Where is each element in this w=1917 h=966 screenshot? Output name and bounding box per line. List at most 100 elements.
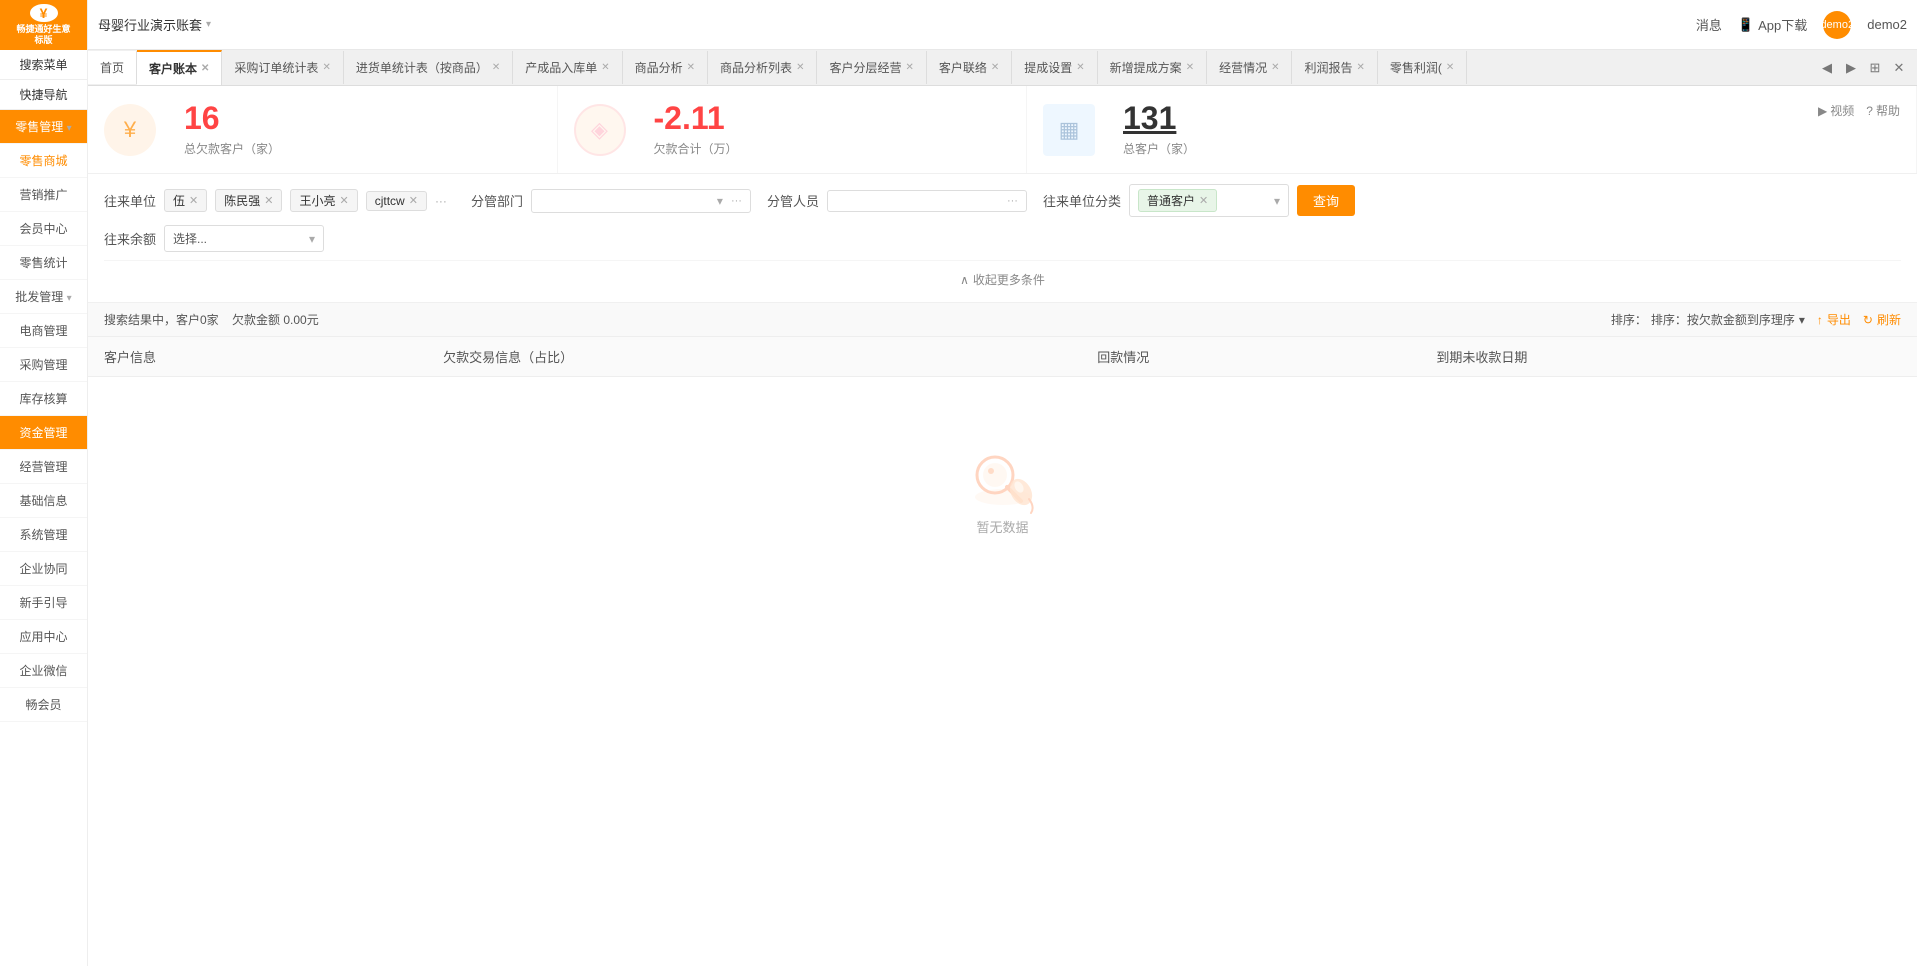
tab-promotion-settings[interactable]: 提成设置 ✕ <box>1012 51 1097 84</box>
empty-state: 暂无数据 <box>88 377 1917 596</box>
tab-close-retail-profit[interactable]: ✕ <box>1446 62 1454 73</box>
sidebar-item-basic-info[interactable]: 基础信息 <box>0 484 87 518</box>
tab-incoming-stats[interactable]: 进货单统计表（按商品） ✕ <box>344 51 513 84</box>
results-bar: 搜索结果中，客户0家 欠款金额 0.00元 排序： 排序：按欠款金额到序理序 ▾… <box>88 303 1917 337</box>
help-icon: ? <box>1866 104 1873 118</box>
messages-btn[interactable]: 消息 <box>1696 15 1722 34</box>
refresh-icon: ↻ <box>1863 313 1873 327</box>
empty-state-label: 暂无数据 <box>976 517 1028 536</box>
category-select[interactable]: 普通客户 ✕ ▾ <box>1129 184 1289 217</box>
tab-product-analysis[interactable]: 商品分析 ✕ <box>623 51 708 84</box>
tab-close-product-analysis[interactable]: ✕ <box>687 62 695 73</box>
staff-select[interactable]: ··· <box>827 190 1027 212</box>
balance-select-arrow: ▾ <box>309 232 315 246</box>
sidebar-item-member-plus[interactable]: 畅会员 <box>0 688 87 722</box>
tab-close-product-analysis-list[interactable]: ✕ <box>796 62 804 73</box>
sidebar-item-marketing[interactable]: 营销推广 <box>0 178 87 212</box>
stat-info-2: -2.11 欠款合计（万） <box>654 102 738 157</box>
tab-customer-tiers[interactable]: 客户分层经营 ✕ <box>817 51 926 84</box>
topbar-right: 消息 📱 App下载 demo2 demo2 <box>1696 11 1907 39</box>
sort-select[interactable]: 排序： 排序：按欠款金额到序理序 ▾ <box>1611 311 1805 328</box>
main-area: 母婴行业演示账套 ▾ 消息 📱 App下载 demo2 demo2 首页 客户账… <box>88 0 1917 966</box>
search-menu[interactable]: 搜索菜单 <box>0 50 87 80</box>
tab-customers[interactable]: 客户账本 ✕ <box>137 50 222 85</box>
tab-customer-contact[interactable]: 客户联络 ✕ <box>927 51 1012 84</box>
balance-select[interactable]: 选择... ▾ <box>164 225 324 252</box>
filter-more-tags[interactable]: ··· <box>435 194 447 208</box>
tab-close-customers[interactable]: ✕ <box>201 63 209 74</box>
search-button[interactable]: 查询 <box>1297 185 1355 216</box>
filter-tag-2-close[interactable]: ✕ <box>264 194 273 207</box>
tab-close-promotion-settings[interactable]: ✕ <box>1076 62 1084 73</box>
sidebar: ¥ 畅捷通好生意 标版 搜索菜单 快捷导航 零售管理 ▾ 零售商城 营销推广 会… <box>0 0 88 966</box>
sidebar-item-new-guide[interactable]: 新手引导 <box>0 586 87 620</box>
sidebar-item-retail-mall[interactable]: 零售商城 <box>0 144 87 178</box>
tab-business-status[interactable]: 经营情况 ✕ <box>1207 51 1292 84</box>
tab-close-incoming-stats[interactable]: ✕ <box>492 62 500 73</box>
department-select[interactable]: ▾ ··· <box>531 189 751 213</box>
tab-cost-purchase[interactable]: 产成品入库单 ✕ <box>513 51 622 84</box>
tab-close-business-status[interactable]: ✕ <box>1271 62 1279 73</box>
sidebar-item-purchase[interactable]: 采购管理 <box>0 348 87 382</box>
sidebar-item-system[interactable]: 系统管理 <box>0 518 87 552</box>
sidebar-item-operations[interactable]: 经营管理 <box>0 450 87 484</box>
stat-label-total-customers: 总客户（家） <box>1123 140 1195 157</box>
filter-row-2: 往来余额 选择... ▾ <box>104 225 1901 252</box>
tab-product-analysis-list[interactable]: 商品分析列表 ✕ <box>708 51 817 84</box>
col-repayment: 回款情况 <box>1081 337 1420 377</box>
company-unit-label: 往来单位 <box>104 191 156 210</box>
sidebar-item-batch[interactable]: 批发管理 ▾ <box>0 280 87 314</box>
sidebar-item-enterprise-wechat[interactable]: 企业微信 <box>0 654 87 688</box>
tab-close-profit-report[interactable]: ✕ <box>1357 62 1365 73</box>
tab-close-customer-contact[interactable]: ✕ <box>991 62 999 73</box>
quick-nav[interactable]: 快捷导航 <box>0 80 87 110</box>
category-tag-close[interactable]: ✕ <box>1199 194 1208 207</box>
tab-close-all-btn[interactable]: ✕ <box>1889 58 1909 78</box>
sort-label: 排序： <box>1611 311 1647 328</box>
tab-close-customer-tiers[interactable]: ✕ <box>905 62 913 73</box>
sidebar-item-inventory[interactable]: 库存核算 <box>0 382 87 416</box>
sidebar-item-enterprise[interactable]: 企业协同 <box>0 552 87 586</box>
results-summary: 搜索结果中，客户0家 欠款金额 0.00元 <box>104 311 319 328</box>
sidebar-item-finance[interactable]: 资金管理 <box>0 416 87 450</box>
help-btn[interactable]: ? 帮助 <box>1866 102 1900 119</box>
tab-next-btn[interactable]: ▶ <box>1841 58 1861 78</box>
username-label: demo2 <box>1867 17 1907 32</box>
tab-home[interactable]: 首页 <box>88 51 137 84</box>
topbar: 母婴行业演示账套 ▾ 消息 📱 App下载 demo2 demo2 <box>88 0 1917 50</box>
filter-row-1: 往来单位 伍 ✕ 陈民强 ✕ 王小亮 ✕ cjttcw ✕ ··· <box>104 184 1901 217</box>
category-tag: 普通客户 ✕ <box>1138 189 1217 212</box>
stat-total-debt-amount: ◈ -2.11 欠款合计（万） <box>558 86 1028 173</box>
avatar[interactable]: demo2 <box>1823 11 1851 39</box>
tab-profit-report[interactable]: 利润报告 ✕ <box>1292 51 1377 84</box>
tab-close-cost-purchase[interactable]: ✕ <box>601 62 609 73</box>
tab-new-promotion[interactable]: 新增提成方案 ✕ <box>1098 51 1207 84</box>
stat-icon-2: ◈ <box>574 104 626 156</box>
tab-expand-btn[interactable]: ⊞ <box>1865 58 1885 78</box>
filter-tag-1-close[interactable]: ✕ <box>189 194 198 207</box>
export-btn[interactable]: ↑ 导出 <box>1817 311 1851 328</box>
department-select-arrow: ▾ <box>717 194 723 208</box>
stat-info-1: 16 总欠款客户（家） <box>184 102 280 157</box>
tab-bar: 首页 客户账本 ✕ 采购订单统计表 ✕ 进货单统计表（按商品） ✕ 产成品入库单… <box>88 50 1917 86</box>
sidebar-item-retail-stats[interactable]: 零售统计 <box>0 246 87 280</box>
sidebar-item-member[interactable]: 会员中心 <box>0 212 87 246</box>
app-logo: ¥ 畅捷通好生意 标版 <box>0 0 87 50</box>
account-selector[interactable]: 母婴行业演示账套 ▾ <box>98 15 211 34</box>
sidebar-item-app-center[interactable]: 应用中心 <box>0 620 87 654</box>
sidebar-item-ecommerce[interactable]: 电商管理 <box>0 314 87 348</box>
tab-retail-profit[interactable]: 零售利润( ✕ <box>1378 51 1467 84</box>
tab-close-new-promotion[interactable]: ✕ <box>1186 62 1194 73</box>
sidebar-item-retail[interactable]: 零售管理 ▾ <box>0 110 87 144</box>
collapse-btn[interactable]: ∧ 收起更多条件 <box>104 267 1901 292</box>
filter-tag-2: 陈民强 ✕ <box>215 189 282 212</box>
stat-icon-1: ¥ <box>104 104 156 156</box>
filter-tag-3-close[interactable]: ✕ <box>340 194 349 207</box>
tab-purchase-orders[interactable]: 采购订单统计表 ✕ <box>222 51 343 84</box>
tab-prev-btn[interactable]: ◀ <box>1817 58 1837 78</box>
tab-close-purchase-orders[interactable]: ✕ <box>322 62 330 73</box>
app-download-btn[interactable]: 📱 App下载 <box>1738 15 1807 34</box>
filter-tag-4-close[interactable]: ✕ <box>409 194 418 207</box>
refresh-btn[interactable]: ↻ 刷新 <box>1863 311 1901 328</box>
video-btn[interactable]: ▶ 视频 <box>1818 102 1854 119</box>
